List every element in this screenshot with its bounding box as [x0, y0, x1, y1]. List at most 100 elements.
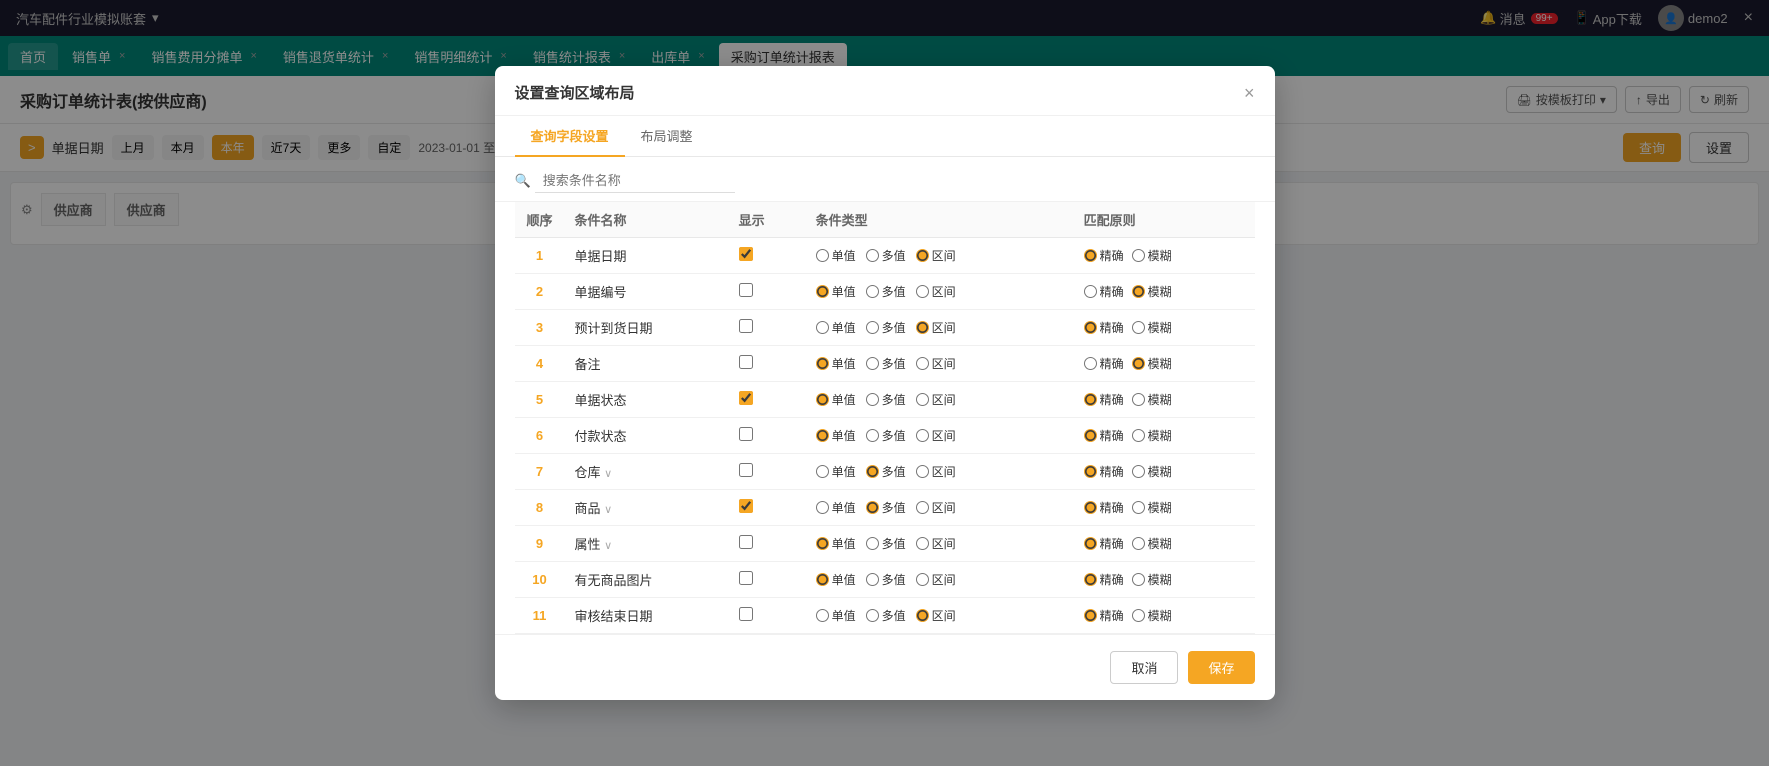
- type-radio[interactable]: [916, 357, 929, 370]
- type-radio-label[interactable]: 区间: [916, 427, 956, 444]
- type-radio[interactable]: [916, 537, 929, 550]
- type-radio[interactable]: [916, 573, 929, 586]
- search-input[interactable]: [535, 169, 735, 193]
- type-radio[interactable]: [816, 501, 829, 514]
- match-radio[interactable]: [1084, 321, 1097, 334]
- type-radio-label[interactable]: 多值: [866, 391, 906, 408]
- type-radio[interactable]: [816, 357, 829, 370]
- type-radio[interactable]: [866, 285, 879, 298]
- type-radio-label[interactable]: 多值: [866, 571, 906, 588]
- type-radio-label[interactable]: 单值: [816, 391, 856, 408]
- dialog-tab-layout[interactable]: 布局调整: [625, 116, 709, 157]
- cell-checked[interactable]: [729, 310, 806, 346]
- type-radio[interactable]: [916, 465, 929, 478]
- show-checkbox[interactable]: [739, 355, 753, 369]
- show-checkbox[interactable]: [739, 427, 753, 441]
- show-checkbox[interactable]: [739, 571, 753, 585]
- match-radio[interactable]: [1084, 393, 1097, 406]
- type-radio[interactable]: [866, 321, 879, 334]
- cell-checked[interactable]: [729, 526, 806, 562]
- match-radio-label[interactable]: 模糊: [1132, 463, 1172, 480]
- match-radio-label[interactable]: 模糊: [1132, 427, 1172, 444]
- type-radio[interactable]: [816, 573, 829, 586]
- match-radio-label[interactable]: 模糊: [1132, 499, 1172, 516]
- match-radio-label[interactable]: 模糊: [1132, 607, 1172, 624]
- type-radio-label[interactable]: 多值: [866, 607, 906, 624]
- type-radio-label[interactable]: 单值: [816, 355, 856, 372]
- type-radio[interactable]: [866, 393, 879, 406]
- type-radio[interactable]: [866, 537, 879, 550]
- show-checkbox[interactable]: [739, 391, 753, 405]
- type-radio-label[interactable]: 区间: [916, 463, 956, 480]
- type-radio[interactable]: [816, 537, 829, 550]
- match-radio-label[interactable]: 精确: [1084, 499, 1124, 516]
- match-radio-label[interactable]: 模糊: [1132, 535, 1172, 552]
- type-radio-label[interactable]: 多值: [866, 499, 906, 516]
- match-radio[interactable]: [1132, 429, 1145, 442]
- type-radio[interactable]: [816, 393, 829, 406]
- type-radio[interactable]: [916, 285, 929, 298]
- cell-checked[interactable]: [729, 598, 806, 634]
- match-radio-label[interactable]: 精确: [1084, 391, 1124, 408]
- cell-checked[interactable]: [729, 490, 806, 526]
- type-radio[interactable]: [866, 429, 879, 442]
- type-radio-label[interactable]: 单值: [816, 607, 856, 624]
- match-radio-label[interactable]: 精确: [1084, 607, 1124, 624]
- match-radio[interactable]: [1132, 357, 1145, 370]
- save-button[interactable]: 保存: [1188, 651, 1254, 684]
- type-radio[interactable]: [816, 249, 829, 262]
- cell-checked[interactable]: [729, 418, 806, 454]
- type-radio-label[interactable]: 多值: [866, 463, 906, 480]
- type-radio[interactable]: [866, 465, 879, 478]
- match-radio[interactable]: [1132, 501, 1145, 514]
- match-radio-label[interactable]: 精确: [1084, 535, 1124, 552]
- cancel-button[interactable]: 取消: [1110, 651, 1178, 684]
- dialog-close-button[interactable]: ×: [1244, 84, 1255, 102]
- type-radio[interactable]: [816, 465, 829, 478]
- match-radio-label[interactable]: 精确: [1084, 319, 1124, 336]
- type-radio-label[interactable]: 多值: [866, 283, 906, 300]
- type-radio-label[interactable]: 多值: [866, 535, 906, 552]
- match-radio[interactable]: [1084, 609, 1097, 622]
- type-radio[interactable]: [816, 285, 829, 298]
- type-radio-label[interactable]: 多值: [866, 427, 906, 444]
- type-radio[interactable]: [916, 501, 929, 514]
- match-radio[interactable]: [1132, 285, 1145, 298]
- match-radio-label[interactable]: 精确: [1084, 571, 1124, 588]
- match-radio[interactable]: [1084, 357, 1097, 370]
- match-radio[interactable]: [1084, 429, 1097, 442]
- type-radio[interactable]: [916, 249, 929, 262]
- cell-checked[interactable]: [729, 454, 806, 490]
- match-radio[interactable]: [1132, 465, 1145, 478]
- type-radio-label[interactable]: 区间: [916, 319, 956, 336]
- match-radio[interactable]: [1132, 573, 1145, 586]
- type-radio[interactable]: [816, 321, 829, 334]
- match-radio[interactable]: [1084, 537, 1097, 550]
- match-radio-label[interactable]: 精确: [1084, 427, 1124, 444]
- match-radio-label[interactable]: 精确: [1084, 283, 1124, 300]
- type-radio-label[interactable]: 单值: [816, 463, 856, 480]
- type-radio-label[interactable]: 单值: [816, 247, 856, 264]
- type-radio-label[interactable]: 多值: [866, 355, 906, 372]
- type-radio[interactable]: [816, 609, 829, 622]
- type-radio[interactable]: [866, 249, 879, 262]
- show-checkbox[interactable]: [739, 499, 753, 513]
- cell-checked[interactable]: [729, 382, 806, 418]
- match-radio[interactable]: [1132, 249, 1145, 262]
- cell-checked[interactable]: [729, 346, 806, 382]
- match-radio[interactable]: [1132, 321, 1145, 334]
- match-radio-label[interactable]: 模糊: [1132, 571, 1172, 588]
- match-radio-label[interactable]: 模糊: [1132, 247, 1172, 264]
- type-radio-label[interactable]: 区间: [916, 571, 956, 588]
- match-radio[interactable]: [1132, 537, 1145, 550]
- type-radio[interactable]: [916, 393, 929, 406]
- type-radio[interactable]: [866, 501, 879, 514]
- type-radio[interactable]: [916, 321, 929, 334]
- cell-checked[interactable]: [729, 238, 806, 274]
- show-checkbox[interactable]: [739, 247, 753, 261]
- type-radio-label[interactable]: 多值: [866, 247, 906, 264]
- show-checkbox[interactable]: [739, 283, 753, 297]
- match-radio-label[interactable]: 精确: [1084, 463, 1124, 480]
- show-checkbox[interactable]: [739, 463, 753, 477]
- type-radio-label[interactable]: 单值: [816, 571, 856, 588]
